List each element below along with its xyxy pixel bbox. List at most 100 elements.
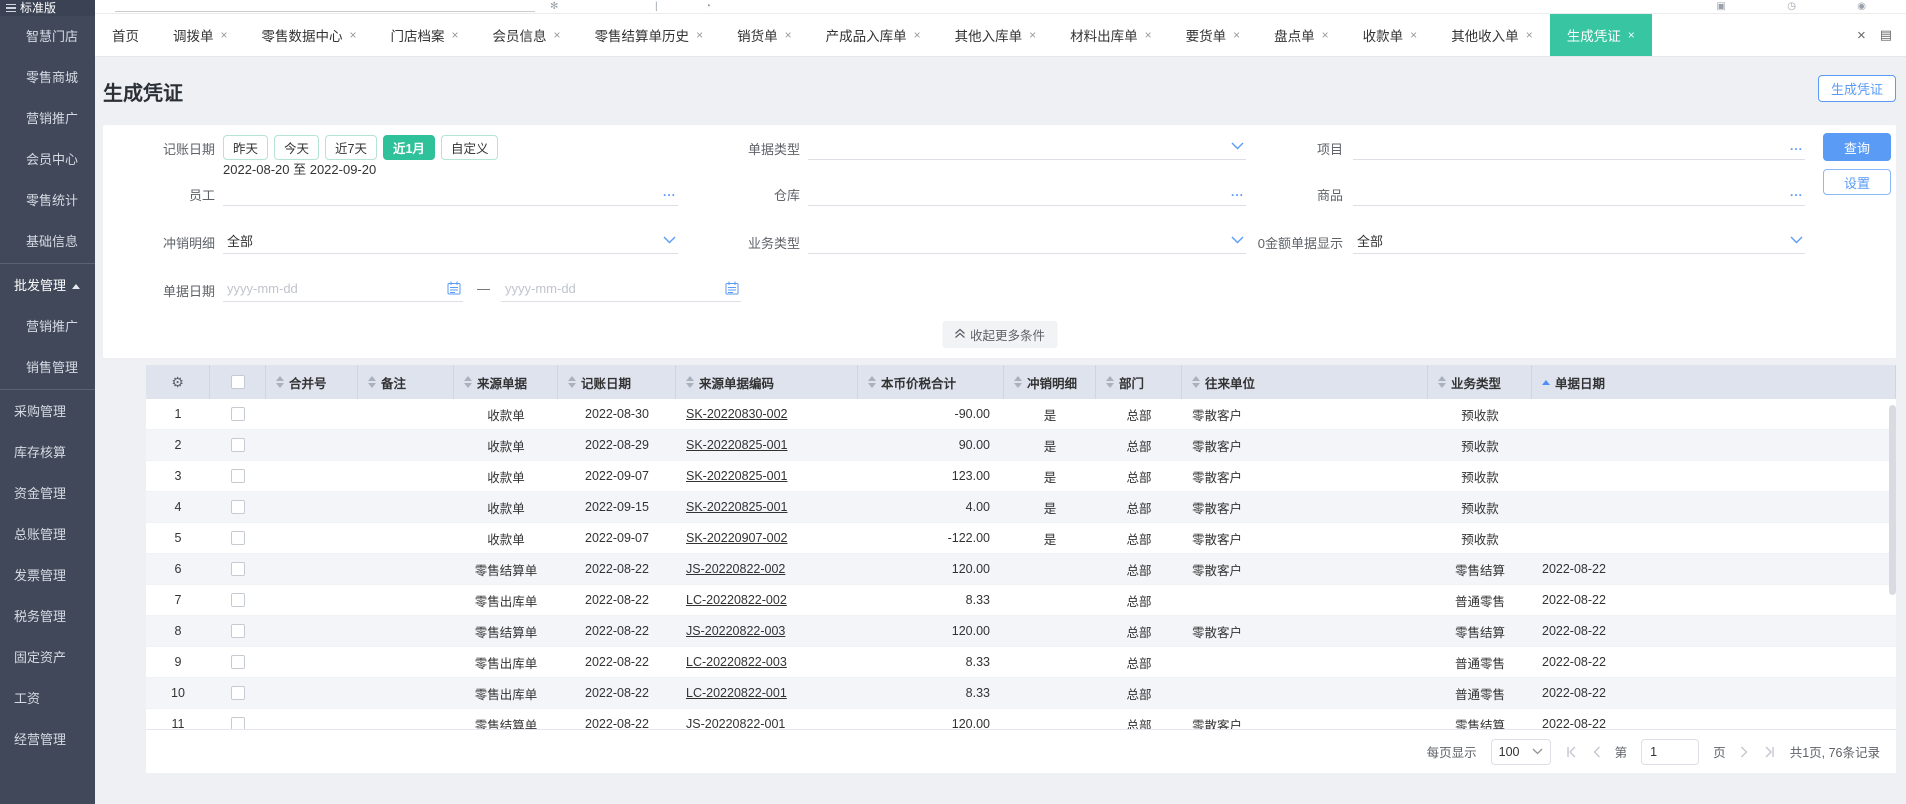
source-code-link[interactable]: JS-20220822-003 [686, 624, 785, 638]
tab[interactable]: 材料出库单 × [1053, 14, 1169, 56]
sidebar-item[interactable]: 经营管理 [0, 719, 95, 760]
warehouse-field[interactable]: ... [808, 179, 1246, 206]
tab[interactable]: 调拨单 × [156, 14, 245, 56]
table-row[interactable]: 11 零售结算单 2022-08-22 JS-20220822-001 120.00 总部… [146, 709, 1896, 729]
goods-field[interactable]: ... [1353, 179, 1805, 206]
source-code-link[interactable]: LC-20220822-001 [686, 686, 787, 700]
quick-date-option[interactable]: 近7天 [325, 135, 377, 160]
source-code-link[interactable]: SK-20220830-002 [686, 407, 787, 421]
column-header[interactable]: 来源单据编码 [676, 365, 858, 399]
sidebar-item[interactable]: 固定资产 [0, 637, 95, 678]
query-button[interactable]: 查询 [1823, 133, 1891, 161]
doc-date-start-input[interactable]: yyyy-mm-dd [223, 275, 463, 302]
zero-amount-field[interactable]: 全部 [1353, 227, 1805, 254]
sidebar-item[interactable]: 税务管理 [0, 596, 95, 637]
tab[interactable]: 要货单 × [1169, 14, 1258, 56]
row-checkbox[interactable] [231, 624, 245, 638]
row-checkbox[interactable] [231, 531, 245, 545]
tab[interactable]: 生成凭证 × [1549, 14, 1652, 56]
first-page-icon[interactable] [1565, 746, 1578, 758]
quick-date-option[interactable]: 近1月 [382, 135, 435, 160]
row-checkbox[interactable] [231, 717, 245, 729]
quick-date-option[interactable]: 自定义 [440, 135, 499, 160]
select-all-checkbox[interactable] [230, 375, 245, 389]
tab[interactable]: 其他收入单 × [1434, 14, 1550, 56]
row-checkbox[interactable] [231, 686, 245, 700]
source-code-link[interactable]: SK-20220825-001 [686, 469, 787, 483]
row-checkbox[interactable] [231, 469, 245, 483]
column-header[interactable]: 部门 [1096, 365, 1182, 399]
tab-close-icon[interactable]: × [221, 28, 228, 42]
page-number-input[interactable] [1641, 738, 1700, 765]
row-checkbox[interactable] [231, 655, 245, 669]
source-code-link[interactable]: JS-20220822-002 [686, 562, 785, 576]
row-checkbox[interactable] [231, 593, 245, 607]
tab-close-icon[interactable]: × [1322, 28, 1329, 42]
table-row[interactable]: 1 收款单 2022-08-30 SK-20220830-002 -90.00 是 总部 零散… [146, 399, 1896, 430]
sidebar-item[interactable]: 采购管理 [0, 391, 95, 432]
topbar-icon[interactable]: ◉ [1857, 1, 1866, 12]
sidebar-item[interactable]: 销售管理 [0, 347, 95, 388]
sidebar-item[interactable]: 智慧门店 [0, 16, 95, 57]
row-checkbox[interactable] [231, 438, 245, 452]
table-row[interactable]: 7 零售出库单 2022-08-22 LC-20220822-002 8.33 总部 普通零… [146, 585, 1896, 616]
tab-close-icon[interactable]: × [1029, 28, 1036, 42]
sidebar-item[interactable]: 营销推广 [0, 306, 95, 347]
tab[interactable]: 销货单 × [720, 14, 809, 56]
sidebar-item[interactable]: 工资 [0, 678, 95, 719]
close-all-tabs-icon[interactable]: × [1857, 27, 1866, 44]
prev-page-icon[interactable] [1592, 746, 1601, 758]
project-field[interactable]: ... [1353, 133, 1805, 160]
select-all-header[interactable] [210, 365, 266, 399]
column-header[interactable]: 往来单位 [1182, 365, 1428, 399]
table-row[interactable]: 10 零售出库单 2022-08-22 LC-20220822-001 8.33 总部 普通… [146, 678, 1896, 709]
row-checkbox[interactable] [231, 500, 245, 514]
offset-detail-field[interactable]: 全部 [223, 227, 678, 254]
tab[interactable]: 盘点单 × [1257, 14, 1346, 56]
topbar-icon[interactable]: ◔ [705, 1, 711, 12]
table-row[interactable]: 6 零售结算单 2022-08-22 JS-20220822-002 120.00 总部 零… [146, 554, 1896, 585]
tab[interactable]: 零售结算单历史 × [578, 14, 721, 56]
collapse-more-filters-button[interactable]: 收起更多条件 [941, 321, 1058, 348]
table-row[interactable]: 4 收款单 2022-09-15 SK-20220825-001 4.00 是 总部 零散客户… [146, 492, 1896, 523]
column-header[interactable]: 来源单据 [454, 365, 558, 399]
sidebar-item[interactable]: 基础信息 [0, 221, 95, 262]
sidebar-item[interactable]: 会员中心 [0, 139, 95, 180]
topbar-search-input[interactable] [115, 11, 535, 12]
tab[interactable]: 首页 [95, 14, 156, 56]
tab-close-icon[interactable]: × [1628, 28, 1635, 42]
table-row[interactable]: 8 零售结算单 2022-08-22 JS-20220822-003 120.00 总部 零… [146, 616, 1896, 647]
source-code-link[interactable]: SK-20220825-001 [686, 500, 787, 514]
quick-date-option[interactable]: 今天 [274, 135, 320, 160]
next-page-icon[interactable] [1740, 746, 1749, 758]
column-header[interactable]: 单据日期 [1532, 365, 1896, 399]
source-code-link[interactable]: SK-20220907-002 [686, 531, 787, 545]
tab-close-icon[interactable]: × [350, 28, 357, 42]
source-code-link[interactable]: JS-20220822-001 [686, 717, 785, 729]
column-header[interactable]: 记账日期 [558, 365, 676, 399]
hamburger-icon[interactable] [6, 2, 16, 15]
tab[interactable]: 门店档案 × [374, 14, 476, 56]
gear-icon[interactable]: ⚙ [171, 374, 184, 391]
tab[interactable]: 其他入库单 × [938, 14, 1054, 56]
table-row[interactable]: 9 零售出库单 2022-08-22 LC-20220822-003 8.33 总部 普通零… [146, 647, 1896, 678]
sidebar-item[interactable]: 总账管理 [0, 514, 95, 555]
tab-close-icon[interactable]: × [452, 28, 459, 42]
tab-close-icon[interactable]: × [914, 28, 921, 42]
topbar-icon[interactable]: ▣ [1717, 1, 1726, 12]
vertical-scrollbar[interactable] [1889, 405, 1896, 595]
sidebar-item[interactable]: 营销推广 [0, 98, 95, 139]
doc-date-end-input[interactable]: yyyy-mm-dd [501, 275, 741, 302]
tab-close-icon[interactable]: × [1233, 28, 1240, 42]
tab-close-icon[interactable]: × [696, 28, 703, 42]
more-icon[interactable]: ... [1790, 139, 1803, 153]
last-page-icon[interactable] [1763, 746, 1776, 758]
sidebar-item[interactable]: 发票管理 [0, 555, 95, 596]
tab[interactable]: 会员信息 × [476, 14, 578, 56]
sidebar-item[interactable]: 批发管理 [0, 265, 95, 306]
column-header[interactable]: 业务类型 [1428, 365, 1532, 399]
source-code-link[interactable]: SK-20220825-001 [686, 438, 787, 452]
sidebar-item[interactable]: 零售商城 [0, 57, 95, 98]
topbar-icon[interactable]: ◷ [1787, 1, 1796, 12]
tab-close-icon[interactable]: × [554, 28, 561, 42]
